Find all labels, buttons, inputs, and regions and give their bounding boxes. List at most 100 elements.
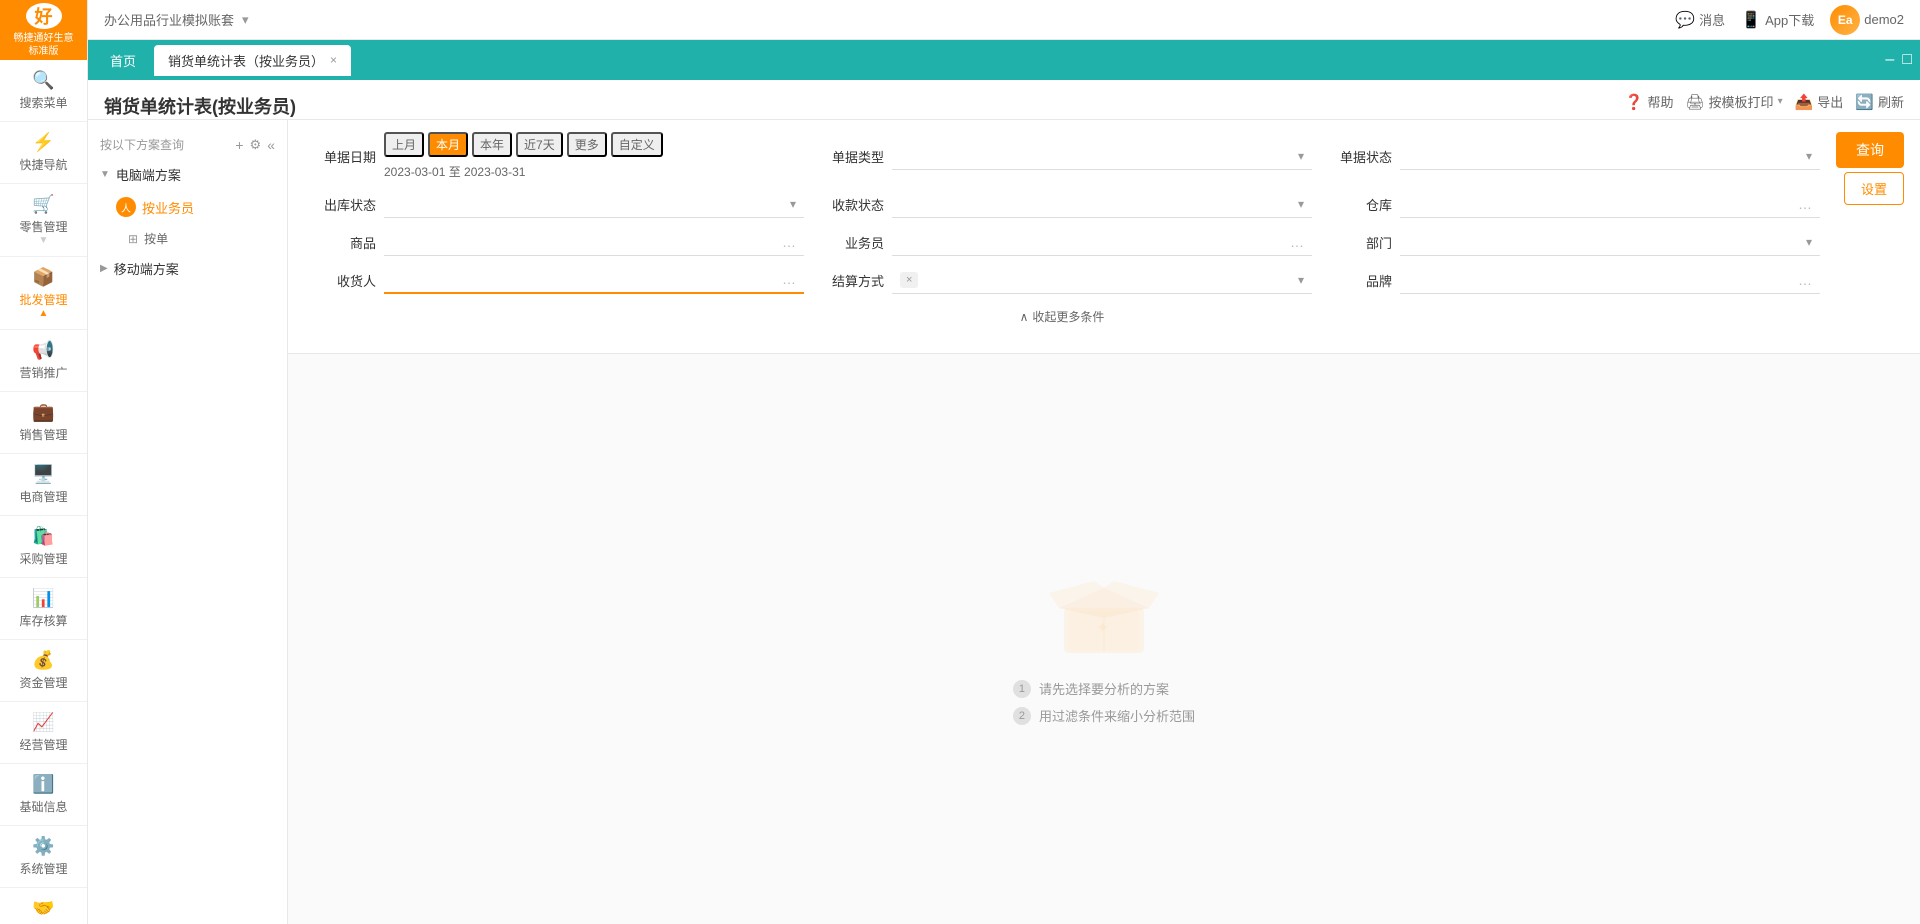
export-btn[interactable]: 📤 导出 — [1795, 92, 1844, 111]
sidebar-item-inventory[interactable]: 📊 库存核算 — [0, 578, 87, 640]
sidebar-item-system[interactable]: ⚙️ 系统管理 — [0, 826, 87, 888]
dropdown-icon[interactable]: ▾ — [242, 12, 249, 28]
brand-control[interactable]: … — [1400, 266, 1820, 294]
sidebar-item-wholesale[interactable]: 📦 批发管理 ▲ — [0, 257, 87, 330]
sidebar-item-quick-nav[interactable]: ⚡ 快捷导航 — [0, 122, 87, 184]
main-area: 办公用品行业模拟账套 ▾ 💬 消息 📱 App下载 Ea demo2 首页 销货… — [88, 0, 1920, 924]
panel-icons: + ⚙ « — [235, 137, 275, 153]
app-logo: 好 畅捷通好生意 标准版 — [0, 0, 87, 60]
app-download-btn[interactable]: 📱 App下载 — [1741, 10, 1814, 30]
search-icon: 🔍 — [32, 70, 54, 91]
collapse-filters-btn[interactable]: ∧ 收起更多条件 — [304, 302, 1820, 331]
empty-illustration: ✦ — [1044, 553, 1164, 663]
product-control[interactable]: … — [384, 228, 804, 256]
warehouse-control[interactable]: … — [1400, 190, 1820, 218]
panel-title: 按以下方案查询 — [100, 136, 184, 153]
lightning-icon: ⚡ — [32, 132, 54, 153]
avatar: Ea — [1830, 5, 1860, 35]
date-btn-this-month[interactable]: 本月 — [428, 132, 468, 157]
settings-scheme-btn[interactable]: ⚙ — [250, 137, 262, 153]
bill-type-control[interactable]: ▾ — [892, 142, 1312, 170]
tab-bar-actions: – □ — [1885, 51, 1912, 69]
mobile-arrow-icon: ▶ — [100, 263, 108, 274]
sidebar-item-label: 搜索菜单 — [19, 94, 67, 111]
tab-home-label: 首页 — [110, 51, 136, 70]
export-label: 导出 — [1817, 92, 1843, 111]
sidebar-item-finance[interactable]: 💰 资金管理 — [0, 640, 87, 702]
bill-type-dropdown-icon: ▾ — [1298, 149, 1304, 163]
sidebar-item-retail[interactable]: 🛒 零售管理 ▼ — [0, 184, 87, 257]
refresh-btn[interactable]: 🔄 刷新 — [1855, 92, 1904, 111]
pc-section-header[interactable]: ▼ 电脑端方案 — [88, 159, 287, 190]
department-dropdown-icon: ▾ — [1806, 235, 1812, 249]
sidebar-item-basic-info[interactable]: ℹ️ 基础信息 — [0, 764, 87, 826]
operations-icon: 📈 — [32, 712, 54, 733]
print-btn[interactable]: 🖨 按模板打印 ▾ — [1686, 92, 1783, 111]
sidebar: 好 畅捷通好生意 标准版 🔍 搜索菜单 ⚡ 快捷导航 🛒 零售管理 ▼ 📦 批发… — [0, 0, 88, 924]
date-btn-more[interactable]: 更多 — [567, 132, 607, 157]
retail-icon: 🛒 — [32, 194, 54, 215]
date-btn-custom[interactable]: 自定义 — [611, 132, 663, 157]
sidebar-item-label: 零售管理 — [19, 218, 67, 235]
maximize-btn[interactable]: □ — [1902, 51, 1912, 69]
sales-icon: 💼 — [32, 402, 54, 423]
payment-method-control[interactable]: × ▾ — [892, 266, 1312, 294]
product-cell: 商品 … — [304, 228, 804, 256]
pc-section: ▼ 电脑端方案 人 按业务员 ⊞ 按单 — [88, 159, 287, 253]
warehouse-label: 仓库 — [1320, 195, 1400, 214]
salesperson-control[interactable]: … — [892, 228, 1312, 256]
refresh-icon: 🔄 — [1855, 93, 1874, 111]
scheme-sub-item-by-bill[interactable]: ⊞ 按单 — [88, 224, 287, 253]
sidebar-item-marketing[interactable]: 📢 营销推广 — [0, 330, 87, 392]
empty-icon-area: ✦ 1 请先选择要分析的方案 2 用过滤条件来缩小分析范围 — [1013, 553, 1195, 725]
department-label: 部门 — [1320, 233, 1400, 252]
system-icon: ⚙️ — [32, 836, 54, 857]
date-btn-last-month[interactable]: 上月 — [384, 132, 424, 157]
pc-arrow-icon: ▼ — [100, 169, 110, 180]
message-btn[interactable]: 💬 消息 — [1675, 10, 1725, 30]
sidebar-item-sales[interactable]: 💼 销售管理 — [0, 392, 87, 454]
payment-status-control[interactable]: ▾ — [892, 190, 1312, 218]
refresh-label: 刷新 — [1878, 92, 1904, 111]
sidebar-item-label: 采购管理 — [19, 550, 67, 567]
sidebar-item-label: 资金管理 — [19, 674, 67, 691]
sidebar-item-label: 销售管理 — [19, 426, 67, 443]
sidebar-item-purchase[interactable]: 🛍️ 采购管理 — [0, 516, 87, 578]
delivery-status-control[interactable]: ▾ — [384, 190, 804, 218]
chevron-up-icon: ▲ — [39, 308, 49, 319]
sidebar-item-corp-collab[interactable]: 🤝 企业协同 — [0, 888, 87, 924]
collapse-panel-btn[interactable]: « — [267, 137, 275, 153]
empty-tip-1: 1 请先选择要分析的方案 — [1013, 679, 1195, 698]
warehouse-more-icon: … — [1798, 196, 1812, 212]
date-btn-this-year[interactable]: 本年 — [472, 132, 512, 157]
brand-cell: 品牌 … — [1320, 266, 1820, 294]
department-cell: 部门 ▾ — [1320, 228, 1820, 256]
tab-active-label: 销货单统计表（按业务员） — [168, 51, 324, 70]
tab-sales-stats[interactable]: 销货单统计表（按业务员） × — [154, 45, 351, 76]
bill-status-control[interactable]: ▾ — [1400, 142, 1820, 170]
sidebar-item-operations[interactable]: 📈 经营管理 — [0, 702, 87, 764]
inventory-icon: 📊 — [32, 588, 54, 609]
receiver-control[interactable]: … — [384, 266, 804, 294]
page-header: 销货单统计表(按业务员) ❓ 帮助 🖨 按模板打印 ▾ 📤 导出 🔄 刷新 — [88, 80, 1920, 120]
settings-btn[interactable]: 设置 — [1844, 172, 1904, 205]
tab-home[interactable]: 首页 — [96, 45, 150, 76]
help-btn[interactable]: ❓ 帮助 — [1625, 92, 1674, 111]
date-btn-7days[interactable]: 近7天 — [516, 132, 563, 157]
user-area[interactable]: Ea demo2 — [1830, 5, 1904, 35]
sidebar-item-search[interactable]: 🔍 搜索菜单 — [0, 60, 87, 122]
date-filter-cell: 单据日期 上月 本月 本年 近7天 更多 自定义 — [304, 132, 804, 180]
empty-tips: 1 请先选择要分析的方案 2 用过滤条件来缩小分析范围 — [1013, 679, 1195, 725]
sidebar-item-ecommerce[interactable]: 🖥️ 电商管理 — [0, 454, 87, 516]
close-icon[interactable]: × — [330, 53, 337, 67]
query-btn[interactable]: 查询 — [1836, 132, 1904, 168]
tag-close-icon[interactable]: × — [906, 274, 912, 286]
scheme-item-salesperson[interactable]: 人 按业务员 — [88, 190, 287, 224]
mobile-section-header[interactable]: ▶ 移动端方案 — [88, 253, 287, 284]
receiver-more-icon: … — [782, 271, 796, 287]
minimize-btn[interactable]: – — [1885, 51, 1894, 69]
department-control[interactable]: ▾ — [1400, 228, 1820, 256]
delivery-status-label: 出库状态 — [304, 195, 384, 214]
add-scheme-btn[interactable]: + — [235, 137, 243, 153]
wholesale-icon: 📦 — [32, 267, 54, 288]
